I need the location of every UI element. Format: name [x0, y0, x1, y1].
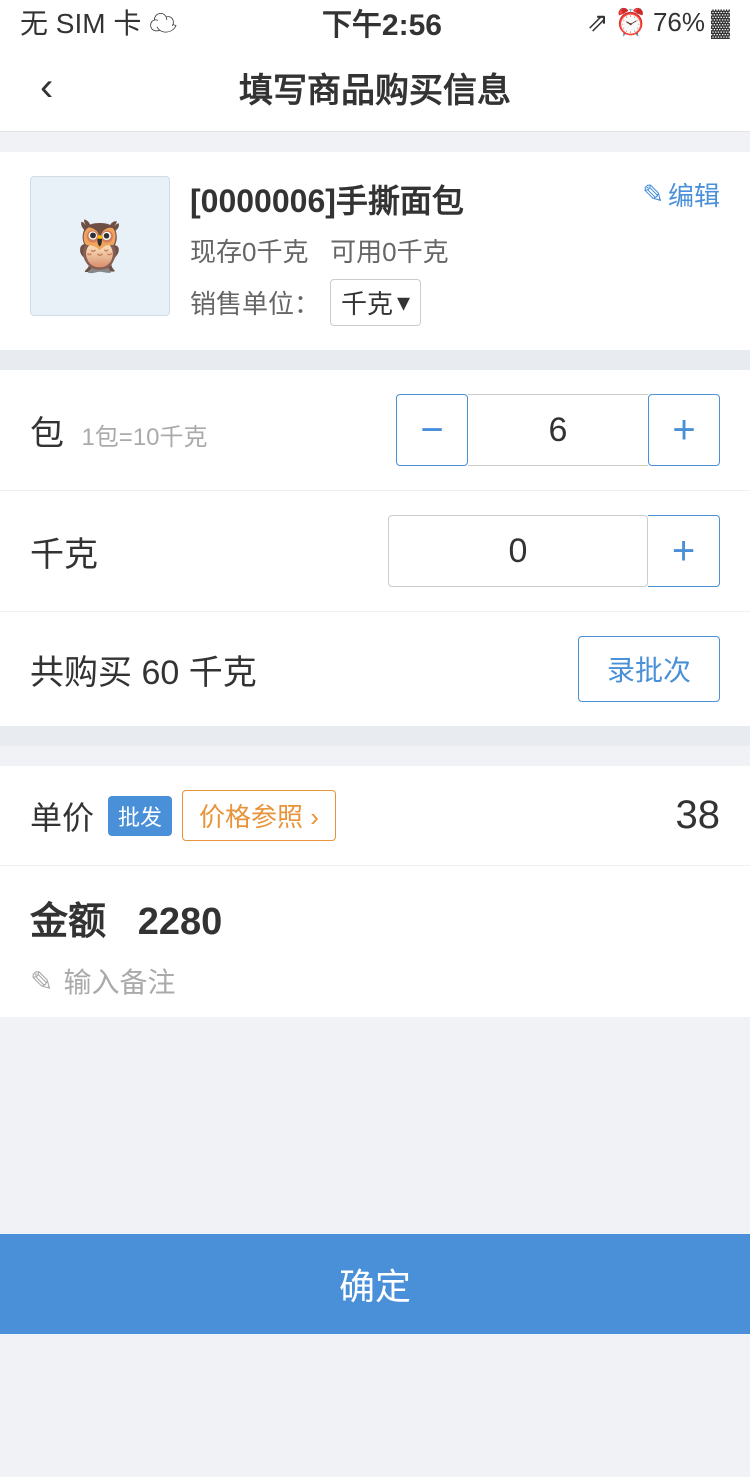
status-right: ⇗ ⏰ 76% ▓	[587, 7, 730, 38]
location-icon: ⇗	[587, 7, 609, 38]
divider-1	[0, 350, 750, 370]
kg-quantity-control: +	[388, 515, 720, 587]
product-unit-row: 销售单位： 千克 ▾	[190, 279, 720, 326]
kg-label: 千克	[30, 527, 388, 576]
product-logo-icon: 🦉	[69, 217, 131, 276]
pack-minus-button[interactable]: −	[396, 394, 468, 466]
product-image: 🦉	[30, 176, 170, 316]
batch-button[interactable]: 录批次	[578, 636, 720, 702]
confirm-button[interactable]: 确定	[0, 1234, 750, 1334]
back-button[interactable]: ‹	[30, 55, 63, 120]
edit-label: 编辑	[668, 176, 720, 213]
price-type-badge: 批发	[108, 796, 172, 836]
price-value: 38	[676, 793, 721, 838]
amount-value: 2280	[138, 901, 223, 943]
kg-quantity-input[interactable]	[388, 515, 648, 587]
divider-2	[0, 726, 750, 746]
sim-label: 无 SIM 卡 ☁	[20, 2, 177, 42]
product-card: 🦉 [0000006]手撕面包 ✎ 编辑 现存0千克 可用0千克 销售单位： 千…	[0, 152, 750, 350]
price-section: 单价 批发 价格参照 › 38	[0, 766, 750, 866]
battery-icon: ▓	[711, 7, 730, 38]
total-text: 共购买 60 千克	[30, 645, 257, 694]
edit-icon: ✎	[642, 179, 664, 210]
pack-row: 包 1包=10千克 − +	[0, 370, 750, 491]
input-section: 包 1包=10千克 − + 千克 +	[0, 370, 750, 612]
status-bar: 无 SIM 卡 ☁ 下午2:56 ⇗ ⏰ 76% ▓	[0, 0, 750, 44]
amount-section: 金额 2280 ✎ 输入备注	[0, 866, 750, 1017]
pack-plus-button[interactable]: +	[648, 394, 720, 466]
product-stock: 现存0千克 可用0千克	[190, 232, 720, 269]
amount-label: 金额	[30, 901, 106, 943]
price-label: 单价	[30, 793, 94, 839]
kg-row: 千克 +	[0, 491, 750, 612]
nav-bar: ‹ 填写商品购买信息	[0, 44, 750, 132]
pencil-icon: ✎	[30, 965, 53, 998]
product-name: [0000006]手撕面包	[190, 176, 464, 222]
note-placeholder: 输入备注	[63, 961, 175, 1001]
unit-value: 千克	[341, 284, 393, 321]
status-time: 下午2:56	[322, 0, 442, 44]
status-left: 无 SIM 卡 ☁	[20, 2, 177, 42]
price-row: 单价 批发 价格参照 › 38	[0, 766, 750, 866]
pack-label-text: 包	[30, 415, 64, 453]
kg-plus-button[interactable]: +	[648, 515, 720, 587]
unit-select[interactable]: 千克 ▾	[330, 279, 421, 326]
battery-label: 76%	[653, 7, 705, 38]
pack-hint: 1包=10千克	[81, 424, 207, 451]
product-info: [0000006]手撕面包 ✎ 编辑 现存0千克 可用0千克 销售单位： 千克 …	[190, 176, 720, 326]
amount-row: 金额 2280	[30, 890, 720, 945]
page-title: 填写商品购买信息	[239, 63, 511, 112]
available-text: 可用0千克	[330, 237, 448, 267]
pack-label: 包 1包=10千克	[30, 406, 396, 455]
chevron-down-icon: ▾	[397, 287, 410, 318]
stock-text: 现存0千克	[190, 237, 308, 267]
note-row[interactable]: ✎ 输入备注	[30, 961, 720, 1001]
unit-label: 销售单位：	[190, 284, 320, 321]
total-row: 共购买 60 千克 录批次	[0, 612, 750, 726]
pack-quantity-control: − +	[396, 394, 720, 466]
edit-button[interactable]: ✎ 编辑	[642, 176, 720, 213]
alarm-icon: ⏰	[615, 7, 647, 38]
pack-quantity-input[interactable]	[468, 394, 648, 466]
price-reference-button[interactable]: 价格参照 ›	[182, 790, 336, 841]
